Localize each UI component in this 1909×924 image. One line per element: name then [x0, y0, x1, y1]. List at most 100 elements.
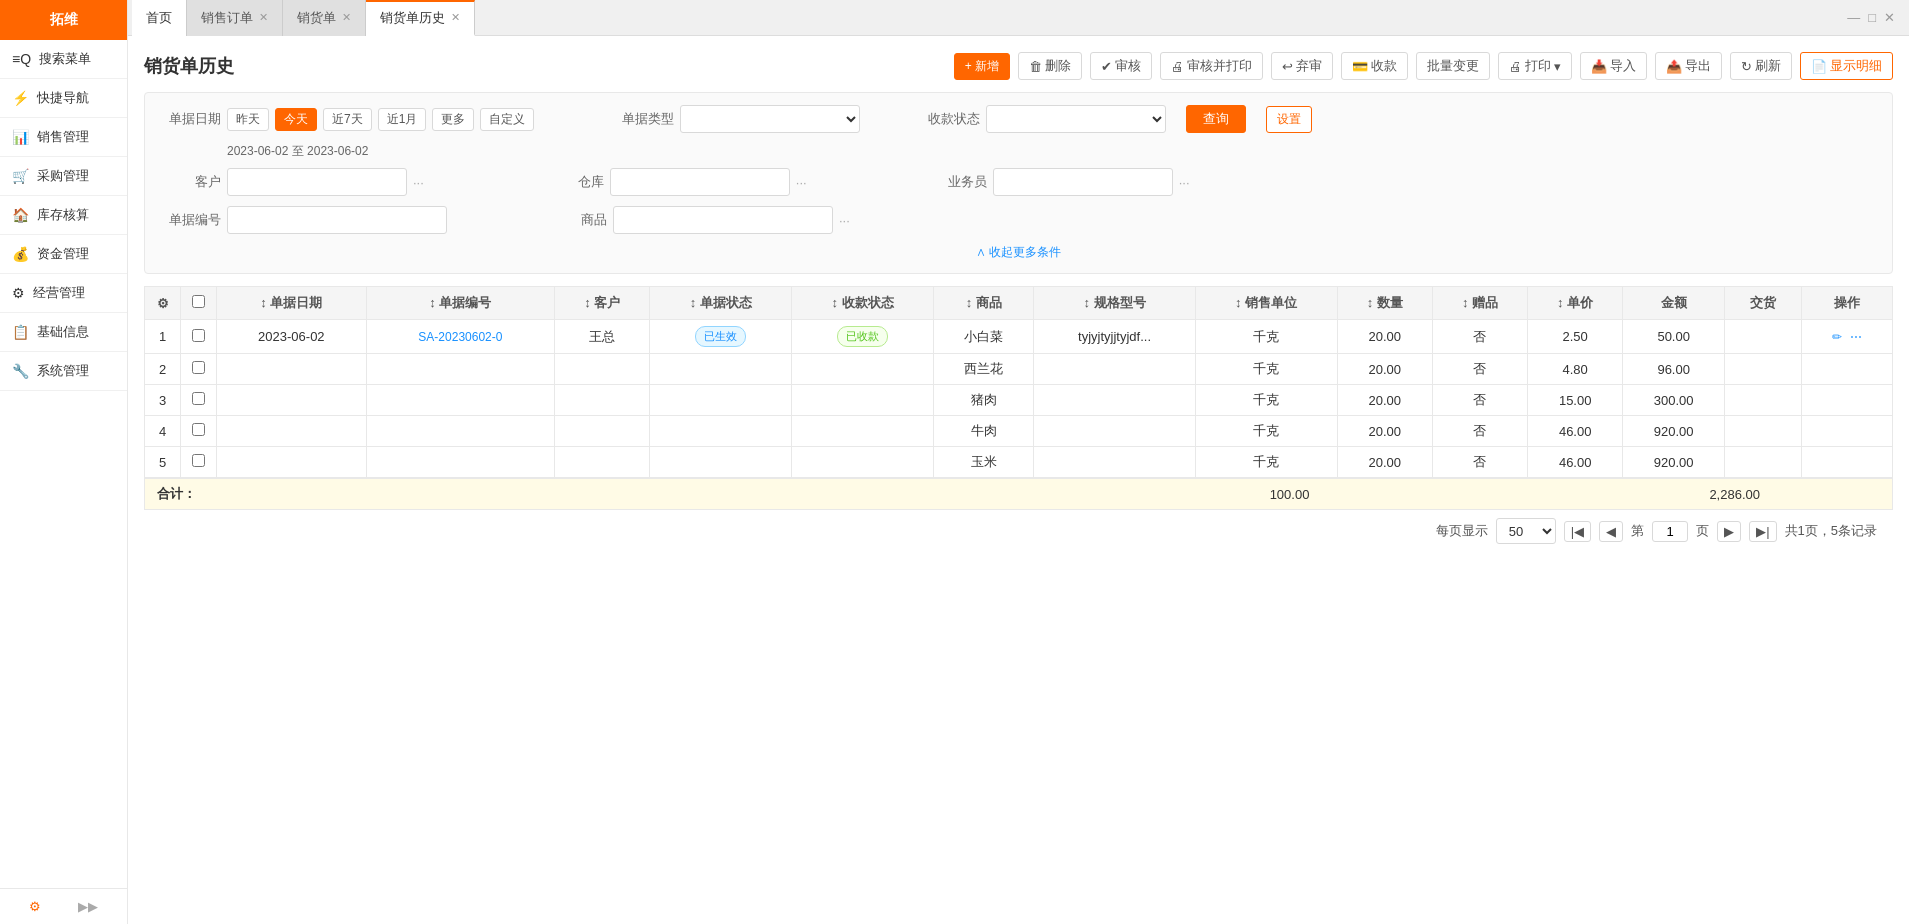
col-settings[interactable]: ⚙: [145, 287, 181, 320]
page-number-input[interactable]: [1652, 521, 1688, 542]
business-label: 业务员: [927, 173, 987, 191]
sidebar-item-search-menu[interactable]: ≡Q 搜索菜单: [0, 40, 127, 79]
row1-more[interactable]: ⋯: [1850, 330, 1862, 344]
row2-gift: 否: [1432, 354, 1527, 385]
goods-input[interactable]: [613, 206, 833, 234]
date-btn-yesterday[interactable]: 昨天: [227, 108, 269, 131]
page-unit: 页: [1696, 522, 1709, 540]
row4-doc-date: [217, 416, 367, 447]
sidebar-item-purchase-mgmt[interactable]: 🛒 采购管理: [0, 157, 127, 196]
delete-button[interactable]: 🗑 删除: [1018, 52, 1082, 80]
col-gift[interactable]: ↕ 赠品: [1432, 287, 1527, 320]
audit-print-button[interactable]: 🖨 审核并打印: [1160, 52, 1263, 80]
tab-home[interactable]: 首页: [132, 0, 187, 36]
audit-button[interactable]: ✔ 审核: [1090, 52, 1152, 80]
col-goods[interactable]: ↕ 商品: [934, 287, 1034, 320]
row3-unit-price: 15.00: [1528, 385, 1623, 416]
col-unit-price[interactable]: ↕ 单价: [1528, 287, 1623, 320]
row3-checkbox[interactable]: [181, 385, 217, 416]
row1-edit[interactable]: ✏: [1832, 330, 1842, 344]
row1-collect-status: 已收款: [792, 320, 934, 354]
collect-status-select[interactable]: [986, 105, 1166, 133]
tab-close-sales-history[interactable]: ✕: [451, 11, 460, 24]
filter-goods: 商品 ···: [547, 206, 850, 234]
tab-close-sales-goods[interactable]: ✕: [342, 11, 351, 24]
tab-sales-goods[interactable]: 销货单 ✕: [283, 0, 366, 36]
business-picker-dots[interactable]: ···: [1179, 175, 1190, 190]
col-unit[interactable]: ↕ 销售单位: [1195, 287, 1337, 320]
date-btn-today[interactable]: 今天: [275, 108, 317, 131]
row4-checkbox[interactable]: [181, 416, 217, 447]
goods-picker-dots[interactable]: ···: [839, 213, 850, 228]
warehouse-input[interactable]: [610, 168, 790, 196]
business-input[interactable]: [993, 168, 1173, 196]
row5-goods: 玉米: [934, 447, 1034, 478]
sidebar-item-sys-mgmt[interactable]: 🔧 系统管理: [0, 352, 127, 391]
batch-change-button[interactable]: 批量变更: [1416, 52, 1490, 80]
row1-doc-no[interactable]: SA-20230602-0: [366, 320, 554, 354]
window-close[interactable]: ✕: [1884, 10, 1895, 25]
collapse-more-conditions[interactable]: ∧ 收起更多条件: [161, 244, 1876, 261]
refresh-button[interactable]: ↻ 刷新: [1730, 52, 1792, 80]
row4-goods: 牛肉: [934, 416, 1034, 447]
row2-checkbox[interactable]: [181, 354, 217, 385]
doc-no-input[interactable]: [227, 206, 447, 234]
warehouse-picker-dots[interactable]: ···: [796, 175, 807, 190]
row5-amount: 920.00: [1623, 447, 1725, 478]
row1-checkbox[interactable]: [181, 320, 217, 354]
filter-doc-type: 单据类型: [614, 105, 860, 133]
toolbar: + 新增 🗑 删除 ✔ 审核 🖨 审核并打印 ↩ 弃审: [954, 52, 1893, 80]
row5-checkbox[interactable]: [181, 447, 217, 478]
abandon-button[interactable]: ↩ 弃审: [1271, 52, 1333, 80]
page-next-btn[interactable]: ▶: [1717, 521, 1741, 542]
sidebar-item-basic-info[interactable]: 📋 基础信息: [0, 313, 127, 352]
row2-qty: 20.00: [1337, 354, 1432, 385]
print-button[interactable]: 🖨 打印 ▾: [1498, 52, 1572, 80]
sidebar-bottom-icon1[interactable]: ⚙: [29, 899, 41, 914]
new-button[interactable]: + 新增: [954, 53, 1010, 80]
sidebar-item-label: 系统管理: [37, 362, 89, 380]
date-btn-1month[interactable]: 近1月: [378, 108, 427, 131]
sidebar-item-operation-mgmt[interactable]: ⚙ 经营管理: [0, 274, 127, 313]
window-maximize[interactable]: □: [1868, 10, 1876, 25]
row5-unit: 千克: [1195, 447, 1337, 478]
customer-picker-dots[interactable]: ···: [413, 175, 424, 190]
per-page-select[interactable]: 50 20 100: [1496, 518, 1556, 544]
settings-button[interactable]: 设置: [1266, 106, 1312, 133]
sidebar-bottom-icon2[interactable]: ▶▶: [78, 899, 98, 914]
customer-input[interactable]: [227, 168, 407, 196]
col-qty[interactable]: ↕ 数量: [1337, 287, 1432, 320]
print-icon: 🖨: [1509, 59, 1522, 74]
col-doc-date[interactable]: ↕ 单据日期: [217, 287, 367, 320]
row3-actions: [1802, 385, 1893, 416]
date-btn-custom[interactable]: 自定义: [480, 108, 534, 131]
select-all-checkbox[interactable]: [192, 295, 205, 308]
col-spec[interactable]: ↕ 规格型号: [1034, 287, 1195, 320]
doc-type-select[interactable]: [680, 105, 860, 133]
import-button[interactable]: 📥 导入: [1580, 52, 1647, 80]
refresh-icon: ↻: [1741, 59, 1752, 74]
page-prev-btn[interactable]: ◀: [1599, 521, 1623, 542]
date-btn-7days[interactable]: 近7天: [323, 108, 372, 131]
col-doc-no[interactable]: ↕ 单据编号: [366, 287, 554, 320]
show-detail-button[interactable]: 📄 显示明细: [1800, 52, 1893, 80]
window-minimize[interactable]: —: [1847, 10, 1860, 25]
date-btn-more[interactable]: 更多: [432, 108, 474, 131]
sidebar-item-label: 采购管理: [37, 167, 89, 185]
tab-close-sales-order[interactable]: ✕: [259, 11, 268, 24]
query-button[interactable]: 查询: [1186, 105, 1246, 133]
tab-sales-history[interactable]: 销货单历史 ✕: [366, 0, 475, 36]
tab-sales-order[interactable]: 销售订单 ✕: [187, 0, 283, 36]
col-collect-status[interactable]: ↕ 收款状态: [792, 287, 934, 320]
sidebar-item-inventory[interactable]: 🏠 库存核算: [0, 196, 127, 235]
export-button[interactable]: 📤 导出: [1655, 52, 1722, 80]
col-doc-status[interactable]: ↕ 单据状态: [650, 287, 792, 320]
page-last-btn[interactable]: ▶|: [1749, 521, 1776, 542]
sidebar-item-finance-mgmt[interactable]: 💰 资金管理: [0, 235, 127, 274]
sidebar-item-sales-mgmt[interactable]: 📊 销售管理: [0, 118, 127, 157]
page-first-btn[interactable]: |◀: [1564, 521, 1591, 542]
row1-num: 1: [145, 320, 181, 354]
collect-button[interactable]: 💳 收款: [1341, 52, 1408, 80]
sidebar-item-quick-nav[interactable]: ⚡ 快捷导航: [0, 79, 127, 118]
col-customer[interactable]: ↕ 客户: [555, 287, 650, 320]
